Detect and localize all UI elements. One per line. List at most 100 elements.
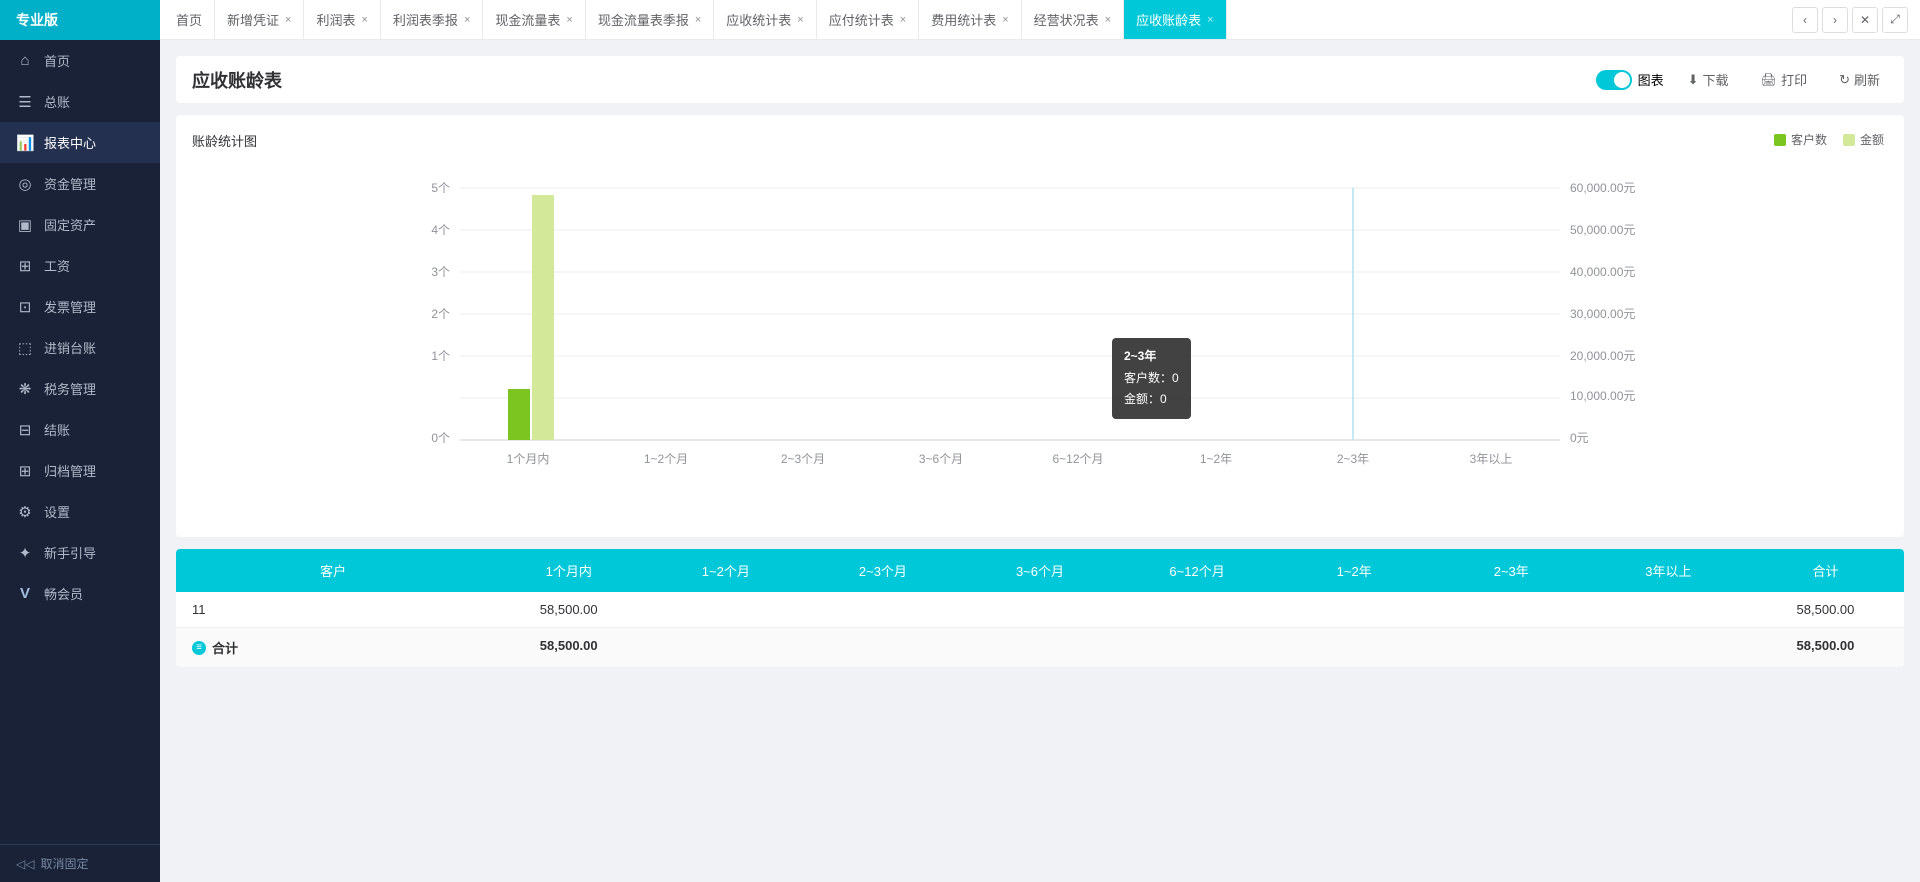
- tab-ar-aging[interactable]: 应收账龄表 ×: [1124, 0, 1226, 39]
- unpin-button[interactable]: ◁◁ 取消固定: [0, 844, 160, 882]
- tab-profit-label: 利润表: [316, 10, 355, 29]
- sidebar-label-reports: 报表中心: [44, 133, 96, 152]
- tab-home-label: 首页: [176, 10, 202, 29]
- sidebar-item-vip[interactable]: V 畅会员: [0, 573, 160, 614]
- inventory-icon: ⬚: [16, 339, 34, 357]
- print-button[interactable]: 🖨 打印: [1753, 66, 1816, 93]
- tab-cashflow-q-close[interactable]: ×: [695, 14, 701, 26]
- tab-profit[interactable]: 利润表 ×: [304, 0, 380, 39]
- td-y3plus-0: [1590, 592, 1747, 627]
- refresh-button[interactable]: ↻ 刷新: [1831, 66, 1888, 93]
- bar-amount-0: [532, 195, 554, 440]
- reports-icon: 📊: [16, 134, 34, 152]
- total-icon: ≡: [192, 641, 206, 655]
- th-total: 合计: [1747, 549, 1904, 592]
- sidebar-item-payroll[interactable]: ⊞ 工资: [0, 245, 160, 286]
- tab-ar-stat-close[interactable]: ×: [797, 14, 803, 26]
- tab-ap-stat-close[interactable]: ×: [900, 14, 906, 26]
- guide-icon: ✦: [16, 544, 34, 562]
- header-actions: 图表 ⬇ 下载 🖨 打印 ↻ 刷新: [1596, 66, 1888, 93]
- svg-text:10,000.00元: 10,000.00元: [1570, 389, 1635, 403]
- tab-ar-stat[interactable]: 应收统计表 ×: [714, 0, 816, 39]
- th-m36: 3~6个月: [961, 549, 1118, 592]
- svg-text:1个: 1个: [431, 349, 450, 363]
- total-label: 合计: [212, 638, 238, 657]
- sidebar-label-payroll: 工资: [44, 256, 70, 275]
- sidebar-label-inventory: 进销台账: [44, 338, 96, 357]
- td-m23-0: [804, 592, 961, 627]
- sidebar-item-tax[interactable]: ❋ 税务管理: [0, 368, 160, 409]
- td-total-m612: [1119, 628, 1276, 667]
- funds-icon: ◎: [16, 175, 34, 193]
- sidebar-item-archive[interactable]: ⊞ 归档管理: [0, 450, 160, 491]
- chart-toggle[interactable]: 图表: [1596, 70, 1664, 90]
- table-row: 11 58,500.00 58,500.00: [176, 592, 1904, 628]
- tab-voucher[interactable]: 新增凭证 ×: [215, 0, 304, 39]
- tab-profit-q[interactable]: 利润表季报 ×: [381, 0, 483, 39]
- sidebar-item-assets[interactable]: ▣ 固定资产: [0, 204, 160, 245]
- legend-amount: 金额: [1843, 131, 1884, 148]
- bar-customers-0: [508, 389, 530, 440]
- download-button[interactable]: ⬇ 下载: [1680, 66, 1737, 93]
- download-label: 下载: [1703, 70, 1729, 89]
- refresh-label: 刷新: [1854, 70, 1880, 89]
- td-total-label: ≡ 合计: [176, 628, 490, 667]
- th-y12: 1~2年: [1276, 549, 1433, 592]
- sidebar-item-closing[interactable]: ⊟ 结账: [0, 409, 160, 450]
- refresh-icon: ↻: [1839, 72, 1850, 88]
- tab-profit-q-close[interactable]: ×: [464, 14, 470, 26]
- tab-home[interactable]: 首页: [164, 0, 215, 39]
- toggle-track[interactable]: [1596, 70, 1632, 90]
- sidebar-item-inventory[interactable]: ⬚ 进销台账: [0, 327, 160, 368]
- sidebar-label-funds: 资金管理: [44, 174, 96, 193]
- sidebar-item-guide[interactable]: ✦ 新手引导: [0, 532, 160, 573]
- td-y12-0: [1276, 592, 1433, 627]
- tab-ap-stat[interactable]: 应付统计表 ×: [817, 0, 919, 39]
- sidebar-item-reports[interactable]: 📊 报表中心: [0, 122, 160, 163]
- th-m23: 2~3个月: [804, 549, 961, 592]
- svg-text:3个: 3个: [431, 265, 450, 279]
- tab-expense-close[interactable]: ×: [1002, 14, 1008, 26]
- tab-ar-aging-label: 应收账龄表: [1136, 10, 1201, 29]
- tab-ar-aging-close[interactable]: ×: [1207, 14, 1213, 26]
- tab-profit-close[interactable]: ×: [361, 14, 367, 26]
- tab-biz[interactable]: 经营状况表 ×: [1022, 0, 1124, 39]
- sidebar-item-invoices[interactable]: ⊡ 发票管理: [0, 286, 160, 327]
- toggle-label: 图表: [1638, 70, 1664, 89]
- td-m36-0: [961, 592, 1118, 627]
- svg-text:1个月内: 1个月内: [507, 452, 550, 466]
- tab-cashflow[interactable]: 现金流量表 ×: [483, 0, 585, 39]
- tab-close-all-button[interactable]: ✕: [1852, 7, 1878, 33]
- download-icon: ⬇: [1688, 72, 1699, 88]
- svg-text:4个: 4个: [431, 223, 450, 237]
- legend-color-customers: [1774, 134, 1786, 146]
- svg-text:1~2年: 1~2年: [1200, 452, 1232, 466]
- svg-text:6~12个月: 6~12个月: [1052, 452, 1103, 466]
- td-y23-0: [1433, 592, 1590, 627]
- svg-text:0元: 0元: [1570, 431, 1589, 445]
- td-m12-0: [647, 592, 804, 627]
- home-icon: ⌂: [16, 52, 34, 69]
- tab-cashflow-q[interactable]: 现金流量表季报 ×: [586, 0, 714, 39]
- tab-next-button[interactable]: ›: [1822, 7, 1848, 33]
- tab-expense-label: 费用统计表: [931, 10, 996, 29]
- settings-icon: ⚙: [16, 503, 34, 521]
- tab-biz-close[interactable]: ×: [1105, 14, 1111, 26]
- sidebar-label-assets: 固定资产: [44, 215, 96, 234]
- tab-fullscreen-button[interactable]: ⤢: [1882, 7, 1908, 33]
- sidebar-item-funds[interactable]: ◎ 资金管理: [0, 163, 160, 204]
- chart-title: 账龄统计图: [192, 131, 1888, 150]
- td-customer-0: 11: [176, 592, 490, 627]
- td-total-m1: 58,500.00: [490, 628, 647, 667]
- tab-voucher-close[interactable]: ×: [285, 14, 291, 26]
- sidebar-item-settings[interactable]: ⚙ 设置: [0, 491, 160, 532]
- sidebar-item-home[interactable]: ⌂ 首页: [0, 40, 160, 81]
- svg-text:2~3个月: 2~3个月: [781, 452, 825, 466]
- svg-text:0个: 0个: [431, 431, 450, 445]
- svg-text:60,000.00元: 60,000.00元: [1570, 181, 1635, 195]
- tab-prev-button[interactable]: ‹: [1792, 7, 1818, 33]
- sidebar-label-vip: 畅会员: [44, 584, 83, 603]
- tab-expense[interactable]: 费用统计表 ×: [919, 0, 1021, 39]
- tab-cashflow-close[interactable]: ×: [566, 14, 572, 26]
- sidebar-item-ledger[interactable]: ☰ 总账: [0, 81, 160, 122]
